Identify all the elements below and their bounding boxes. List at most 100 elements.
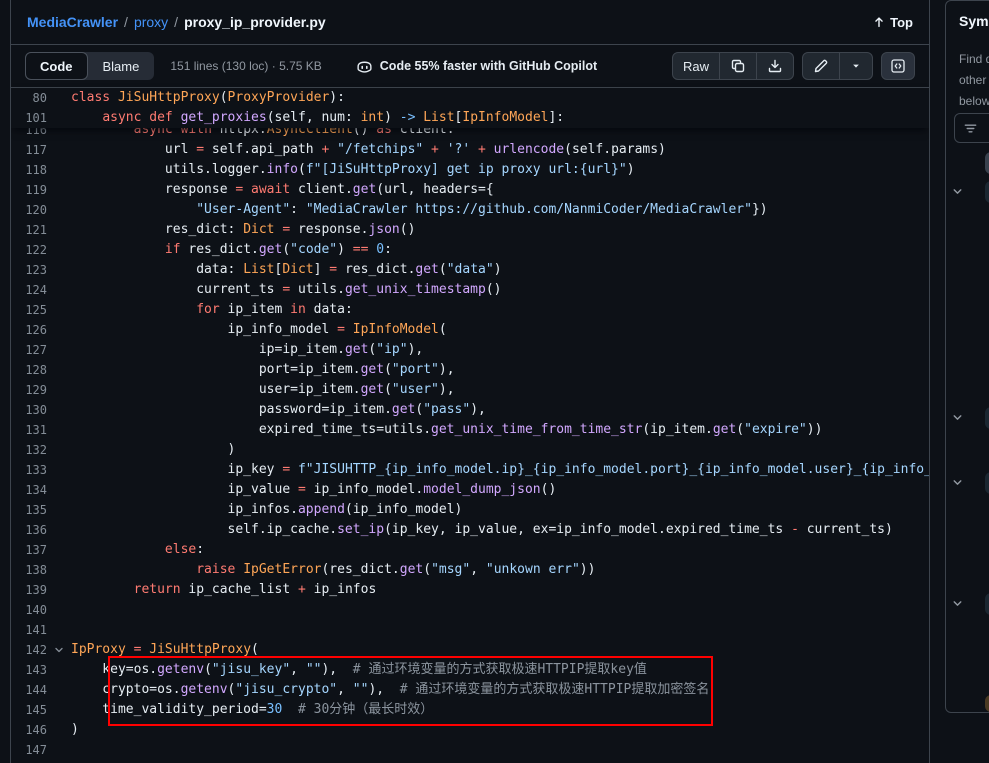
code-line: 118 utils.logger.info(f"[JiSuHttpProxy] … [11,160,929,180]
raw-button[interactable]: Raw [673,53,719,79]
edit-file-button[interactable] [803,53,839,79]
raw-button-group: Raw [672,52,794,80]
code-line: 137 else: [11,540,929,560]
code-text: ip=ip_item.get("ip"), [71,340,929,360]
line-number[interactable]: 119 [11,180,47,200]
fold-gutter [47,680,71,700]
line-number[interactable]: 146 [11,720,47,740]
line-number[interactable]: 141 [11,620,47,640]
code-text: ) [71,440,929,460]
symbols-filter-box [954,113,989,143]
fold-gutter [47,240,71,260]
chevron-down-icon [951,597,964,610]
fold-gutter [47,400,71,420]
tab-blame[interactable]: Blame [88,52,155,80]
symbol-item-chip[interactable] [985,695,989,712]
line-number[interactable]: 147 [11,740,47,760]
chevron-down-icon[interactable] [951,411,964,424]
line-number[interactable]: 143 [11,660,47,680]
line-number[interactable]: 120 [11,200,47,220]
symbol-item-chip[interactable] [985,593,989,615]
symbols-panel-toggle-button[interactable] [881,52,915,80]
breadcrumb-repo-link[interactable]: MediaCrawler [27,14,118,30]
line-number[interactable]: 101 [11,108,47,128]
breadcrumb-dir-link[interactable]: proxy [134,14,168,30]
symbols-panel-title: Symbols [959,13,989,29]
line-number[interactable]: 117 [11,140,47,160]
code-text [71,740,929,760]
line-number[interactable]: 128 [11,360,47,380]
line-number[interactable]: 142 [11,640,47,660]
line-number[interactable]: 139 [11,580,47,600]
code-text [71,600,929,620]
code-text: ip_infos.append(ip_info_model) [71,500,929,520]
code-line: 142IpProxy = JiSuHttpProxy( [11,640,929,660]
chevron-down-icon[interactable] [951,476,964,489]
fold-chevron-icon[interactable] [47,640,71,660]
breadcrumb-filename: proxy_ip_provider.py [184,14,326,30]
code-line: 145 time_validity_period=30 # 30分钟（最长时效） [11,700,929,720]
fold-gutter [47,540,71,560]
chevron-down-icon[interactable] [951,597,964,610]
line-number[interactable]: 80 [11,88,47,108]
code-text: expired_time_ts=utils.get_unix_time_from… [71,420,929,440]
line-number[interactable]: 134 [11,480,47,500]
line-number[interactable]: 131 [11,420,47,440]
line-number[interactable]: 138 [11,560,47,580]
line-number[interactable]: 124 [11,280,47,300]
chevron-down-icon [53,644,65,656]
symbol-item-chip[interactable] [985,472,989,494]
line-number[interactable]: 144 [11,680,47,700]
download-raw-button[interactable] [756,53,793,79]
line-number[interactable]: 129 [11,380,47,400]
back-to-top-button[interactable]: Top [872,15,913,30]
symbol-item-chip[interactable] [985,181,989,203]
code-line: 133 ip_key = f"JISUHTTP_{ip_info_model.i… [11,460,929,480]
line-number[interactable]: 145 [11,700,47,720]
symbols-panel: Symbols Find definitions and references … [945,0,989,713]
toolbar-actions: Raw [672,52,915,80]
copilot-banner-text: Code 55% faster with GitHub Copilot [380,59,597,73]
fold-gutter [47,560,71,580]
line-number[interactable]: 122 [11,240,47,260]
fold-gutter [47,88,71,108]
code-text: ) [71,720,929,740]
code-text: url = self.api_path + "/fetchips" + '?' … [71,140,929,160]
code-line: 130 password=ip_item.get("pass"), [11,400,929,420]
edit-dropdown-button[interactable] [839,53,872,79]
code-line: 135 ip_infos.append(ip_info_model) [11,500,929,520]
line-number[interactable]: 140 [11,600,47,620]
description-line: other symbols in this file by clicking a… [959,70,989,91]
code-line: 134 ip_value = ip_info_model.model_dump_… [11,480,929,500]
line-number[interactable]: 121 [11,220,47,240]
code-line: 139 return ip_cache_list + ip_infos [11,580,929,600]
code-line: 141 [11,620,929,640]
line-number[interactable]: 135 [11,500,47,520]
code-text: ip_key = f"JISUHTTP_{ip_info_model.ip}_{… [71,460,929,480]
copy-raw-button[interactable] [719,53,756,79]
breadcrumb: MediaCrawler / proxy / proxy_ip_provider… [11,0,929,45]
line-number[interactable]: 130 [11,400,47,420]
line-number[interactable]: 132 [11,440,47,460]
symbols-panel-description: Find definitions and references for func… [959,49,989,112]
chevron-down-icon[interactable] [951,185,964,198]
copilot-banner[interactable]: Code 55% faster with GitHub Copilot [356,58,597,75]
line-number[interactable]: 126 [11,320,47,340]
fold-gutter [47,340,71,360]
line-number[interactable]: 125 [11,300,47,320]
code-line: 125 for ip_item in data: [11,300,929,320]
description-line: below or in the code. [959,91,989,112]
code-line: 101 async def get_proxies(self, num: int… [11,108,929,128]
line-number[interactable]: 123 [11,260,47,280]
code-text: port=ip_item.get("port"), [71,360,929,380]
tab-code[interactable]: Code [25,52,88,80]
line-number[interactable]: 137 [11,540,47,560]
fold-gutter [47,580,71,600]
symbol-item-chip[interactable] [985,152,989,174]
code-text: else: [71,540,929,560]
line-number[interactable]: 118 [11,160,47,180]
symbol-item-chip[interactable] [985,407,989,429]
line-number[interactable]: 127 [11,340,47,360]
line-number[interactable]: 133 [11,460,47,480]
line-number[interactable]: 136 [11,520,47,540]
